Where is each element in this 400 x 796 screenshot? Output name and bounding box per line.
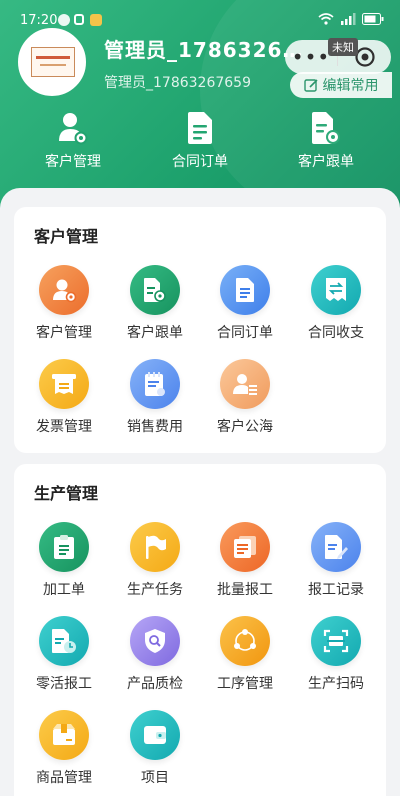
certificate-avatar xyxy=(31,47,75,77)
capsule-divider xyxy=(337,48,338,66)
grid-item-label: 合同订单 xyxy=(217,325,273,341)
quick-action-label: 客户管理 xyxy=(45,154,101,170)
scan-icon xyxy=(311,616,361,666)
edit-favorites-label: 编辑常用 xyxy=(322,78,379,94)
user-list-icon xyxy=(220,359,270,409)
invoice-icon xyxy=(39,359,89,409)
document-clock-icon xyxy=(39,616,89,666)
grid-item-label: 工序管理 xyxy=(217,676,273,692)
avatar[interactable] xyxy=(18,28,86,96)
notebook-icon xyxy=(130,359,180,409)
flag-icon xyxy=(130,522,180,572)
close-mini-program-button[interactable] xyxy=(338,46,391,68)
unknown-tag: 未知 xyxy=(328,38,358,56)
grid-item-customer-pool[interactable]: 客户公海 xyxy=(200,359,290,436)
edit-favorites-button[interactable]: 编辑常用 xyxy=(290,72,392,98)
target-icon xyxy=(354,47,375,67)
user-account: 管理员_17863267659 xyxy=(104,75,251,91)
quick-action-customer-followup[interactable]: 客户跟单 xyxy=(266,108,386,171)
user-gear-icon xyxy=(59,113,88,145)
grid-item-customer-mgmt[interactable]: 客户管理 xyxy=(19,265,109,342)
exchange-receipt-icon xyxy=(311,265,361,315)
grid-item-label: 生产扫码 xyxy=(308,676,364,692)
clipboard-icon xyxy=(39,522,89,572)
edit-icon xyxy=(303,78,318,92)
grid-item-label: 批量报工 xyxy=(217,582,273,598)
box-icon xyxy=(39,710,89,760)
status-time: 17:20 xyxy=(20,13,58,28)
app-status-icon xyxy=(90,14,102,26)
wallet-icon xyxy=(130,710,180,760)
shield-status-icon xyxy=(74,14,84,25)
grid-item-label: 发票管理 xyxy=(36,419,92,435)
grid-item-production-tasks[interactable]: 生产任务 xyxy=(110,522,200,599)
grid-item-odd-job-report[interactable]: 零活报工 xyxy=(19,616,109,693)
document-gear-icon xyxy=(130,265,180,315)
grid-item-label: 商品管理 xyxy=(36,770,92,786)
grid-item-production-scan[interactable]: 生产扫码 xyxy=(291,616,381,693)
grid-item-label: 客户管理 xyxy=(36,325,92,341)
grid-item-batch-report[interactable]: 批量报工 xyxy=(200,522,290,599)
shield-search-icon xyxy=(130,616,180,666)
grid-item-quality-check[interactable]: 产品质检 xyxy=(110,616,200,693)
grid-item-product-mgmt[interactable]: 商品管理 xyxy=(19,710,109,787)
grid-item-label: 产品质检 xyxy=(127,676,183,692)
grid-item-contract-orders[interactable]: 合同订单 xyxy=(200,265,290,342)
user-gear-icon xyxy=(39,265,89,315)
more-menu-button[interactable]: ••• xyxy=(285,47,337,67)
section-card-customer: 客户管理 客户管理 客户跟单 合同订单 合同收支 发票管理 销售费用 客户公海 xyxy=(14,207,386,453)
main-content: 客户管理 客户管理 客户跟单 合同订单 合同收支 发票管理 销售费用 客户公海 … xyxy=(0,188,400,796)
quick-action-customer-mgmt[interactable]: 客户管理 xyxy=(13,108,133,171)
grid-item-process-mgmt[interactable]: 工序管理 xyxy=(200,616,290,693)
signal-icon xyxy=(341,13,356,25)
grid-item-label: 项目 xyxy=(141,770,169,786)
stacked-docs-icon xyxy=(220,522,270,572)
section-title: 生产管理 xyxy=(34,484,99,503)
battery-icon xyxy=(362,13,384,25)
section-card-production: 生产管理 加工单 生产任务 批量报工 报工记录 零活报工 产品质检 工序管理 生… xyxy=(14,464,386,796)
grid-item-projects[interactable]: 项目 xyxy=(110,710,200,787)
profile-header: 17:20 管理员_17863267659 管理 xyxy=(0,0,400,215)
notification-icon xyxy=(58,14,70,26)
grid-item-label: 合同收支 xyxy=(308,325,364,341)
quick-action-label: 客户跟单 xyxy=(298,154,354,170)
grid-item-invoice-mgmt[interactable]: 发票管理 xyxy=(19,359,109,436)
grid-item-label: 生产任务 xyxy=(127,582,183,598)
grid-item-label: 加工单 xyxy=(43,582,85,598)
user-display-name: 管理员_17863267659 xyxy=(104,38,304,62)
grid-item-label: 报工记录 xyxy=(308,582,364,598)
document-icon xyxy=(188,112,212,144)
grid-item-label: 客户跟单 xyxy=(127,325,183,341)
grid-item-label: 零活报工 xyxy=(36,676,92,692)
quick-action-contract-orders[interactable]: 合同订单 xyxy=(140,108,260,171)
grid-item-label: 客户公海 xyxy=(217,419,273,435)
wifi-icon xyxy=(318,13,334,25)
process-nodes-icon xyxy=(220,616,270,666)
document-icon xyxy=(220,265,270,315)
section-title: 客户管理 xyxy=(34,227,99,246)
grid-item-sales-expenses[interactable]: 销售费用 xyxy=(110,359,200,436)
grid-item-work-order[interactable]: 加工单 xyxy=(19,522,109,599)
grid-item-report-records[interactable]: 报工记录 xyxy=(291,522,381,599)
document-edit-icon xyxy=(311,522,361,572)
mini-program-capsule: ••• xyxy=(285,40,391,74)
grid-item-label: 销售费用 xyxy=(127,419,183,435)
grid-item-contract-payments[interactable]: 合同收支 xyxy=(291,265,381,342)
document-gear-icon xyxy=(312,112,340,144)
quick-action-label: 合同订单 xyxy=(172,154,228,170)
grid-item-customer-followup[interactable]: 客户跟单 xyxy=(110,265,200,342)
